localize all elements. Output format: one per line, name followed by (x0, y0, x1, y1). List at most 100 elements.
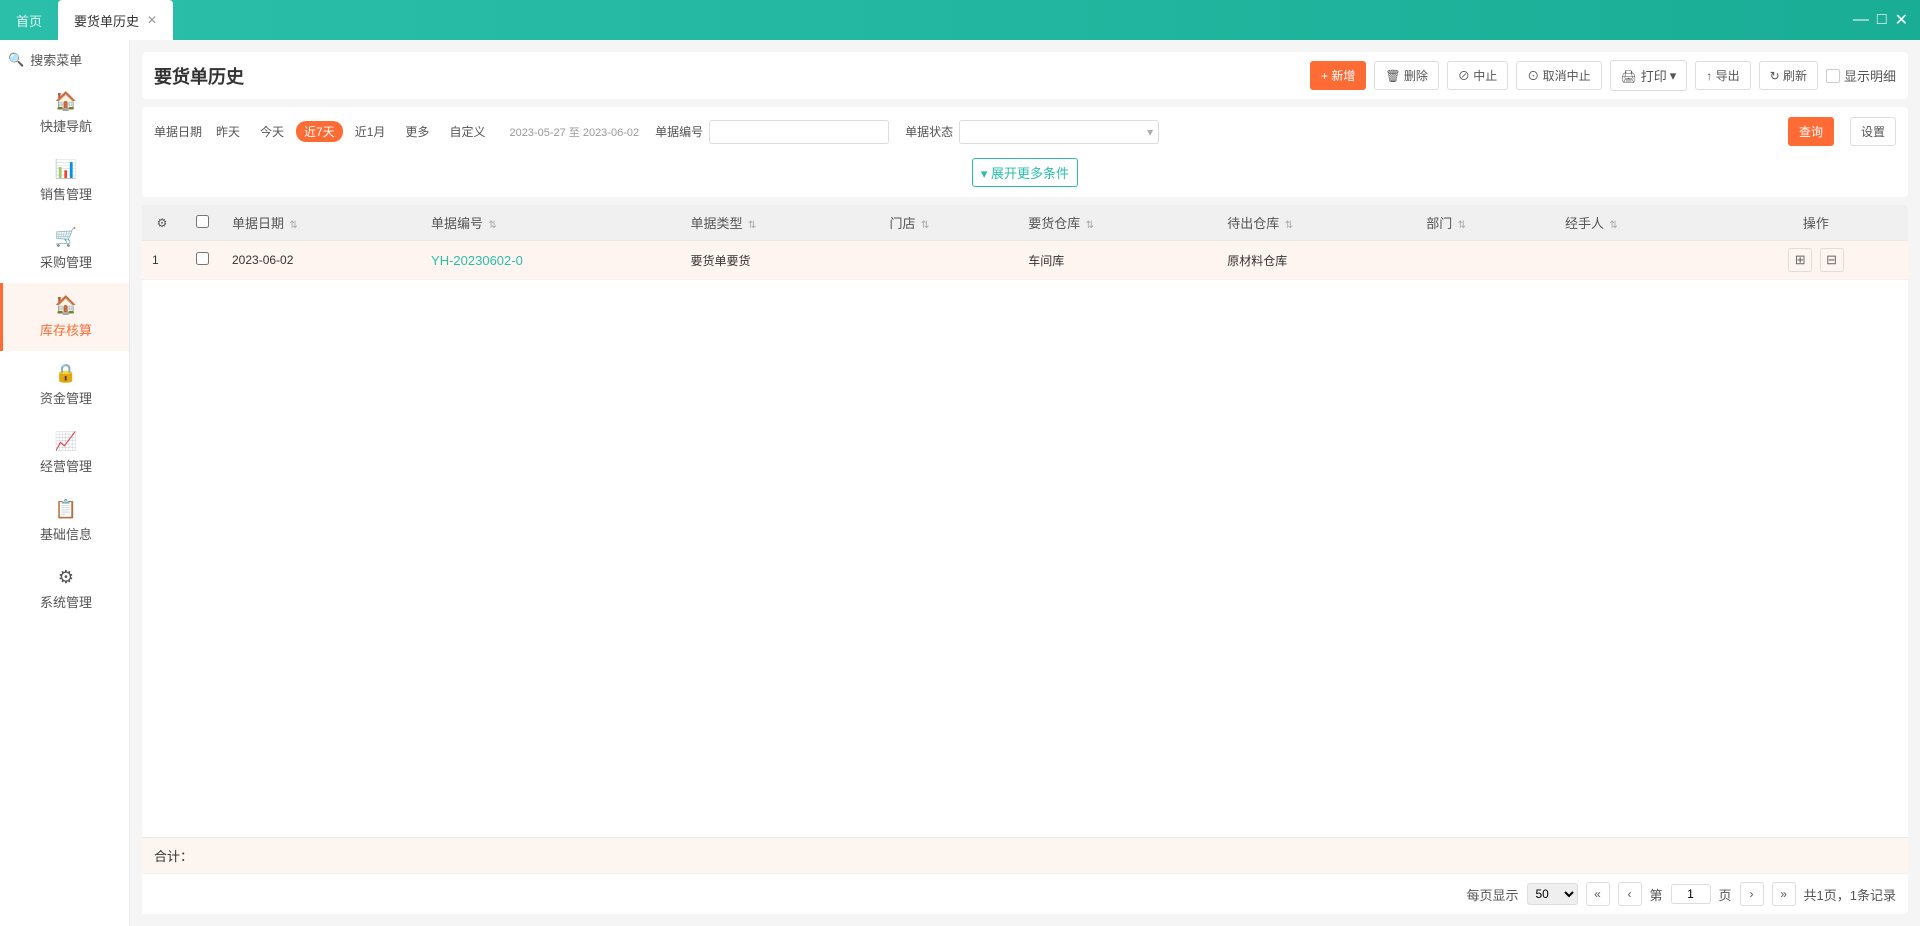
sort-doctype-icon: ⇅ (748, 220, 756, 231)
row-pendingwarehouse: 原材料仓库 (1217, 241, 1416, 280)
date-opt-today[interactable]: 今天 (252, 121, 292, 142)
view-button[interactable]: ⊞ (1788, 248, 1812, 272)
print-label: 🖨 打印 (1621, 66, 1667, 85)
display-cell-label: 显示明细 (1844, 66, 1896, 85)
sidebar-item-label: 库存核算 (40, 320, 92, 339)
maximize-icon[interactable]: □ (1877, 11, 1887, 29)
col-pendingwarehouse-label: 待出仓库 (1227, 216, 1279, 231)
sidebar-item-sales[interactable]: 📊 销售管理 (0, 147, 129, 215)
window-actions: — □ ✕ (1853, 10, 1920, 30)
search-menu[interactable]: 🔍 搜索菜单 (0, 40, 129, 79)
row-store (880, 241, 1019, 280)
col-reqwarehouse-label: 要货仓库 (1028, 216, 1080, 231)
col-ops: 操作 (1724, 205, 1908, 241)
table-area: ⚙ 单据日期 ⇅ 单据编号 ⇅ 单据类型 (142, 205, 1908, 914)
sidebar: 🔍 搜索菜单 🏠 快捷导航 📊 销售管理 🛒 采购管理 🏠 库存核算 🔒 资金管… (0, 40, 130, 926)
sidebar-item-inventory[interactable]: 🏠 库存核算 (0, 283, 129, 351)
sidebar-item-label: 快捷导航 (40, 116, 92, 135)
col-doctype[interactable]: 单据类型 ⇅ (681, 205, 880, 241)
first-page-button[interactable]: « (1586, 882, 1610, 906)
page-input[interactable] (1671, 884, 1711, 904)
refresh-button[interactable]: ↻ 刷新 (1759, 61, 1818, 90)
page-title: 要货单历史 (154, 63, 244, 89)
sidebar-item-system[interactable]: ⚙ 系统管理 (0, 555, 129, 623)
tab-yaohuodan[interactable]: 要货单历史 ✕ (58, 0, 173, 40)
date-opt-7days[interactable]: 近7天 (296, 121, 343, 142)
sort-reqwarehouse-icon: ⇅ (1086, 220, 1094, 231)
expand-button[interactable]: ▾ 展开更多条件 (972, 158, 1078, 187)
status-filter: 单据状态 ▾ (905, 120, 1159, 144)
sidebar-item-purchase[interactable]: 🛒 采购管理 (0, 215, 129, 283)
col-dept[interactable]: 部门 ⇅ (1416, 205, 1555, 241)
prev-page-button[interactable]: ‹ (1618, 882, 1642, 906)
sort-store-icon: ⇅ (921, 220, 929, 231)
sidebar-item-quick-nav[interactable]: 🏠 快捷导航 (0, 79, 129, 147)
search-icon: 🔍 (8, 52, 24, 68)
sidebar-item-basic-info[interactable]: 📋 基础信息 (0, 487, 129, 555)
col-docno[interactable]: 单据编号 ⇅ (421, 205, 680, 241)
query-button[interactable]: 查询 (1788, 117, 1834, 146)
col-settings[interactable]: ⚙ (142, 205, 182, 241)
row-select-checkbox[interactable] (196, 252, 209, 265)
home-icon: 🏠 (55, 91, 77, 112)
cancel-stop-button[interactable]: ⊙ 取消中止 (1516, 61, 1601, 90)
col-reqwarehouse[interactable]: 要货仓库 ⇅ (1018, 205, 1217, 241)
sort-dept-icon: ⇅ (1458, 220, 1466, 231)
main-layout: 🔍 搜索菜单 🏠 快捷导航 📊 销售管理 🛒 采购管理 🏠 库存核算 🔒 资金管… (0, 40, 1920, 926)
sidebar-item-operations[interactable]: 📈 经营管理 (0, 419, 129, 487)
tab-home-label: 首页 (16, 11, 42, 30)
date-opt-yesterday[interactable]: 昨天 (208, 121, 248, 142)
page-size-select[interactable]: 20 50 100 200 (1527, 883, 1578, 905)
display-cell-toggle[interactable]: 显示明细 (1826, 66, 1896, 85)
stop-button[interactable]: ⊘ 中止 (1447, 61, 1508, 90)
setting-button[interactable]: 设置 (1850, 117, 1896, 146)
row-docno-link[interactable]: YH-20230602-0 (431, 253, 523, 268)
tabs-container: 首页 要货单历史 ✕ (0, 0, 1853, 40)
docno-input[interactable] (709, 120, 889, 144)
date-opt-more[interactable]: 更多 (397, 121, 437, 142)
sidebar-item-finance[interactable]: 🔒 资金管理 (0, 351, 129, 419)
date-label: 单据日期 (154, 123, 202, 140)
minimize-icon[interactable]: — (1853, 11, 1869, 29)
new-button[interactable]: + 新增 (1310, 61, 1366, 90)
date-options: 昨天 今天 近7天 近1月 更多 自定义 (208, 121, 493, 142)
edit-button[interactable]: ⊟ (1820, 248, 1844, 272)
print-button[interactable]: 🖨 打印 ▾ (1610, 60, 1688, 91)
date-opt-custom[interactable]: 自定义 (441, 121, 493, 142)
col-handler[interactable]: 经手人 ⇅ (1555, 205, 1724, 241)
gear-icon: ⚙ (58, 567, 74, 588)
docno-label: 单据编号 (655, 123, 703, 140)
row-docno[interactable]: YH-20230602-0 (421, 241, 680, 280)
display-cell-checkbox[interactable] (1826, 69, 1840, 83)
close-icon[interactable]: ✕ (1895, 10, 1908, 30)
sidebar-item-label: 销售管理 (40, 184, 92, 203)
toolbar: + 新增 🗑 删除 ⊘ 中止 ⊙ 取消中止 🖨 打印 ▾ ↑ 导出 ↻ 刷新 显… (1310, 60, 1896, 91)
tab-yaohuodan-label: 要货单历史 (74, 11, 139, 30)
row-ops: ⊞ ⊟ (1724, 241, 1908, 280)
row-handler (1555, 241, 1724, 280)
status-input[interactable] (959, 120, 1159, 144)
col-pendingwarehouse[interactable]: 待出仓库 ⇅ (1217, 205, 1416, 241)
sidebar-item-label: 采购管理 (40, 252, 92, 271)
content-area: 要货单历史 + 新增 🗑 删除 ⊘ 中止 ⊙ 取消中止 🖨 打印 ▾ ↑ 导出 … (130, 40, 1920, 926)
delete-button[interactable]: 🗑 删除 (1374, 61, 1439, 90)
total-info: 共1页，1条记录 (1804, 885, 1896, 904)
next-page-button[interactable]: › (1740, 882, 1764, 906)
chevron-down-icon: ▾ (1670, 68, 1677, 84)
tab-close-icon[interactable]: ✕ (147, 13, 157, 27)
sort-handler-icon: ⇅ (1609, 220, 1617, 231)
select-all-checkbox[interactable] (196, 215, 209, 228)
col-store[interactable]: 门店 ⇅ (880, 205, 1019, 241)
last-page-button[interactable]: » (1772, 882, 1796, 906)
date-opt-1month[interactable]: 近1月 (347, 121, 394, 142)
row-checkbox[interactable] (182, 241, 222, 280)
col-checkbox (182, 205, 222, 241)
export-button[interactable]: ↑ 导出 (1695, 61, 1750, 90)
page-unit: 页 (1719, 885, 1732, 904)
col-date[interactable]: 单据日期 ⇅ (222, 205, 421, 241)
sort-date-icon: ⇅ (289, 220, 297, 231)
col-ops-label: 操作 (1803, 216, 1829, 231)
sidebar-item-label: 经营管理 (40, 456, 92, 475)
date-range-display: 2023-05-27 至 2023-06-02 (509, 124, 639, 140)
tab-home[interactable]: 首页 (0, 0, 58, 40)
